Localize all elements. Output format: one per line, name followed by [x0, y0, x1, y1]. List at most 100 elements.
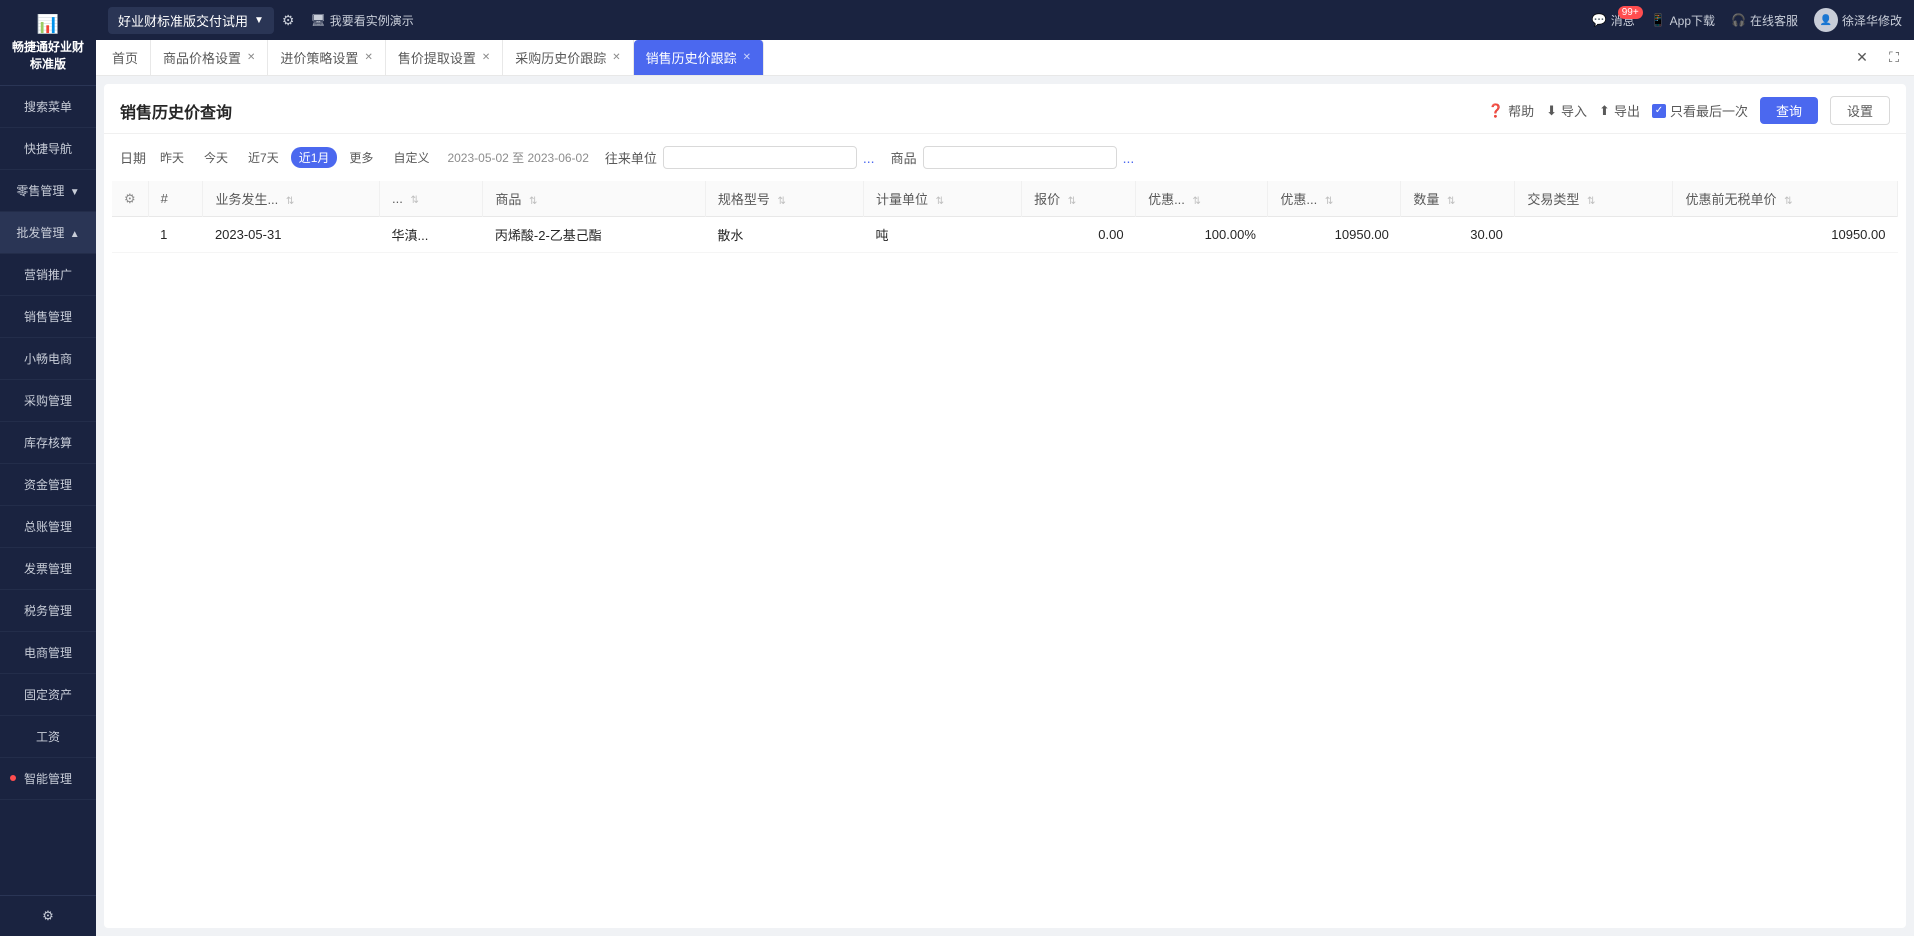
date-option-custom[interactable]: 自定义 — [385, 147, 437, 168]
sort-icon: ⇅ — [1587, 196, 1595, 207]
row-date: 2023-05-31 — [203, 217, 380, 253]
tab-label: 售价提取设置 — [398, 48, 476, 67]
date-option-7days[interactable]: 近7天 — [240, 147, 287, 168]
col-trade-type[interactable]: 交易类型 ⇅ — [1515, 181, 1673, 217]
sidebar-item-label: 营销推广 — [24, 268, 72, 282]
settings-icon: ⚙ — [42, 908, 54, 923]
goods-more-button[interactable]: ... — [1123, 150, 1135, 166]
source-unit-input[interactable] — [663, 146, 857, 169]
date-option-more[interactable]: 更多 — [341, 147, 381, 168]
tab-purchase-history[interactable]: 采购历史价跟踪 ✕ — [503, 40, 633, 76]
tab-sales-history[interactable]: 销售历史价跟踪 ✕ — [634, 40, 764, 76]
tab-strategy[interactable]: 进价策略设置 ✕ — [268, 40, 385, 76]
sidebar-item-label: 零售管理 — [16, 184, 64, 198]
sidebar-item-wholesale[interactable]: 批发管理 ▲ — [0, 212, 96, 254]
sidebar-item-sales[interactable]: 销售管理 — [0, 296, 96, 338]
row-goods: 丙烯酸-2-乙基己酯 — [483, 217, 705, 253]
online-service-button[interactable]: 🎧 在线客服 — [1731, 12, 1798, 29]
tab-label: 采购历史价跟踪 — [515, 48, 606, 67]
tab-close-icon[interactable]: ✕ — [247, 52, 255, 63]
logo-icon: 📊 — [8, 12, 88, 37]
row-quantity: 30.00 — [1401, 217, 1515, 253]
tab-close-icon[interactable]: ✕ — [612, 52, 620, 63]
date-option-yesterday[interactable]: 昨天 — [152, 147, 192, 168]
demo-icon: 🖥 — [310, 13, 325, 27]
sidebar-settings-button[interactable]: ⚙ — [0, 895, 96, 936]
help-link[interactable]: ❓ 帮助 — [1488, 101, 1534, 120]
only-last-checkbox-label[interactable]: ✓ 只看最后一次 — [1652, 101, 1748, 120]
sidebar-item-label: 小畅电商 — [24, 352, 72, 366]
app-download-button[interactable]: 📱 App下载 — [1651, 12, 1715, 29]
import-link[interactable]: ⬇ 导入 — [1546, 101, 1587, 120]
sidebar-item-ecommerce[interactable]: 电商管理 — [0, 632, 96, 674]
sidebar-item-inventory[interactable]: 库存核算 — [0, 422, 96, 464]
tab-extract[interactable]: 售价提取设置 ✕ — [386, 40, 503, 76]
col-unit[interactable]: 计量单位 ⇅ — [864, 181, 1022, 217]
import-icon: ⬇ — [1546, 103, 1557, 119]
col-num: # — [148, 181, 203, 217]
tab-close-window-button[interactable]: ✕ — [1850, 46, 1874, 70]
sidebar-item-search[interactable]: 搜索菜单 — [0, 86, 96, 128]
sort-icon: ⇅ — [410, 195, 418, 206]
tab-close-icon[interactable]: ✕ — [743, 52, 751, 63]
col-price[interactable]: 报价 ⇅ — [1022, 181, 1136, 217]
sidebar-item-tax[interactable]: 税务管理 — [0, 590, 96, 632]
tab-maximize-button[interactable]: ⛶ — [1882, 46, 1906, 70]
date-option-1month[interactable]: 近1月 — [291, 147, 338, 168]
sidebar-item-purchase[interactable]: 采购管理 — [0, 380, 96, 422]
expand-icon: ▲ — [70, 229, 80, 240]
sort-icon: ⇅ — [529, 196, 537, 207]
module-selector[interactable]: 好业财标准版交付试用 ▼ — [108, 7, 274, 34]
tab-label: 进价策略设置 — [280, 48, 358, 67]
table-header-row: ⚙ # 业务发生... ⇅ ... ⇅ 商品 ⇅ — [112, 181, 1898, 217]
sidebar-item-ecommerce-small[interactable]: 小畅电商 — [0, 338, 96, 380]
message-button[interactable]: 💬 消息 99+ — [1592, 12, 1635, 29]
col-quantity[interactable]: 数量 ⇅ — [1401, 181, 1515, 217]
col-goods[interactable]: 商品 ⇅ — [483, 181, 705, 217]
topbar-settings-icon[interactable]: ⚙ — [282, 12, 295, 29]
sidebar-item-marketing[interactable]: 营销推广 — [0, 254, 96, 296]
module-name: 好业财标准版交付试用 — [118, 11, 248, 30]
export-link[interactable]: ⬆ 导出 — [1599, 101, 1640, 120]
service-icon: 🎧 — [1731, 13, 1746, 27]
tab-price[interactable]: 商品价格设置 ✕ — [151, 40, 268, 76]
query-button[interactable]: 查询 — [1760, 97, 1818, 124]
col-pretax-price[interactable]: 优惠前无税单价 ⇅ — [1673, 181, 1898, 217]
col-settings[interactable]: ⚙ — [112, 181, 148, 217]
sort-icon: ⇅ — [936, 196, 944, 207]
only-last-checkbox[interactable]: ✓ — [1652, 104, 1666, 118]
sidebar-item-finance[interactable]: 资金管理 — [0, 464, 96, 506]
settings-button[interactable]: 设置 — [1830, 96, 1890, 125]
content-area: 销售历史价查询 ❓ 帮助 ⬇ 导入 ⬆ 导出 ✓ 只看最后一次 查 — [104, 84, 1906, 928]
col-discount1[interactable]: 优惠... ⇅ — [1136, 181, 1268, 217]
sidebar-item-smart[interactable]: 智能管理 — [0, 758, 96, 800]
sidebar-item-label: 智能管理 — [24, 772, 72, 786]
goods-input[interactable] — [923, 146, 1117, 169]
user-menu[interactable]: 👤 徐泽华修改 — [1814, 8, 1902, 32]
col-spec[interactable]: 规格型号 ⇅ — [705, 181, 863, 217]
tab-home[interactable]: 首页 — [104, 40, 151, 76]
main-area: 好业财标准版交付试用 ▼ ⚙ 🖥 我要看实例演示 💬 消息 99+ 📱 App下… — [96, 0, 1914, 936]
tab-close-icon[interactable]: ✕ — [364, 52, 372, 63]
sidebar-item-accounting[interactable]: 总账管理 — [0, 506, 96, 548]
date-range-display: 2023-05-02 至 2023-06-02 — [447, 149, 588, 166]
tab-close-icon[interactable]: ✕ — [482, 52, 490, 63]
module-dropdown-icon: ▼ — [254, 15, 264, 26]
date-option-today[interactable]: 今天 — [196, 147, 236, 168]
page-title: 销售历史价查询 — [120, 99, 1488, 123]
sidebar-item-retail[interactable]: 零售管理 ▼ — [0, 170, 96, 212]
demo-button[interactable]: 🖥 我要看实例演示 — [310, 12, 413, 29]
col-date[interactable]: 业务发生... ⇅ — [203, 181, 380, 217]
source-unit-more-button[interactable]: ... — [863, 150, 875, 166]
tabbar-actions: ✕ ⛶ — [1850, 46, 1906, 70]
sidebar-item-fixed-assets[interactable]: 固定资产 — [0, 674, 96, 716]
sidebar-item-quick-nav[interactable]: 快捷导航 — [0, 128, 96, 170]
col-more[interactable]: ... ⇅ — [379, 181, 482, 217]
data-table: ⚙ # 业务发生... ⇅ ... ⇅ 商品 ⇅ — [112, 181, 1898, 253]
date-options: 昨天 今天 近7天 近1月 更多 自定义 — [152, 147, 437, 168]
col-discount2[interactable]: 优惠... ⇅ — [1268, 181, 1401, 217]
row-settings[interactable] — [112, 217, 148, 253]
sort-icon: ⇅ — [286, 196, 294, 207]
sidebar-item-invoice[interactable]: 发票管理 — [0, 548, 96, 590]
sidebar-item-salary[interactable]: 工资 — [0, 716, 96, 758]
